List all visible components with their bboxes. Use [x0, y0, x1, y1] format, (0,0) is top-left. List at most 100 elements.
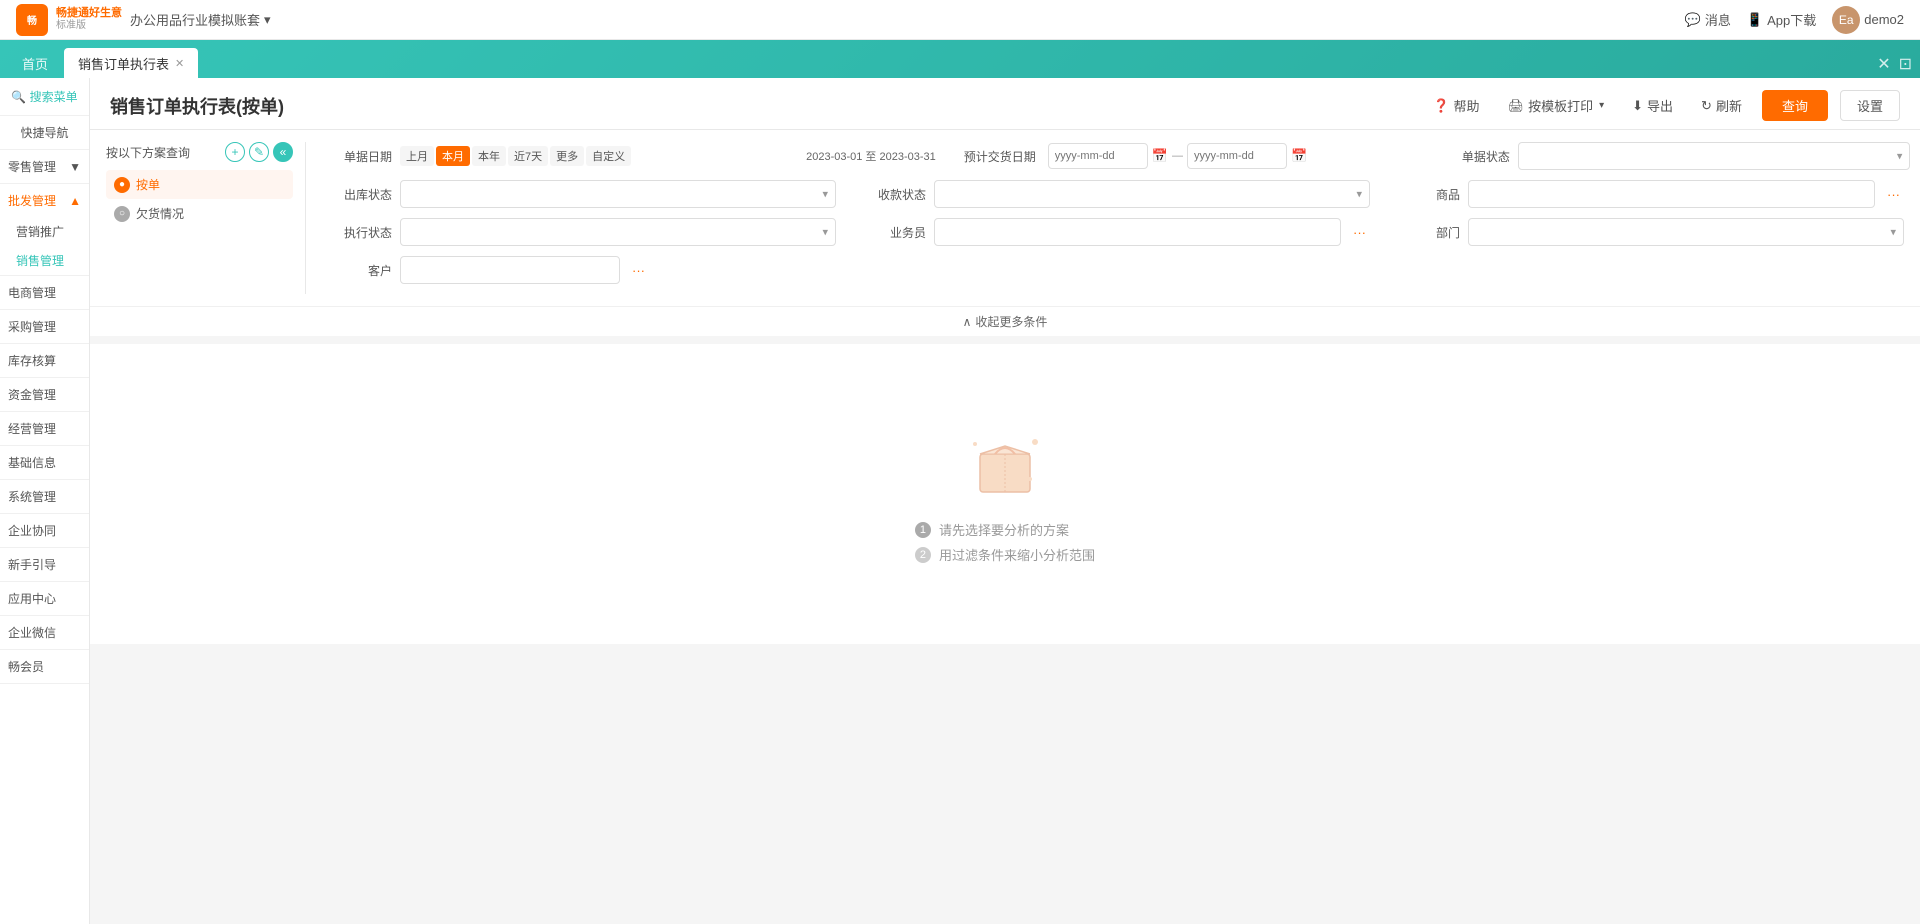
sidebar-operations-label: 经营管理: [8, 420, 56, 437]
salesperson-input[interactable]: [934, 218, 1341, 246]
header-right: 💬 消息 📱 App下载 Ea demo2: [1685, 6, 1904, 34]
date-tab-more[interactable]: 更多: [550, 146, 584, 166]
sidebar-search[interactable]: 🔍 搜索菜单: [0, 78, 89, 116]
tip-num-1: 1: [915, 522, 931, 538]
sidebar-item-marketing[interactable]: 营销推广: [0, 217, 89, 246]
scheme-item-欠货情况[interactable]: ○ 欠货情况: [106, 199, 293, 228]
refresh-btn[interactable]: ↻ 刷新: [1693, 92, 1750, 119]
sidebar-basic-label: 基础信息: [8, 454, 56, 471]
scheme-icons: + ✎ «: [225, 142, 293, 162]
scheme-add-icon: +: [231, 145, 238, 159]
tab-home[interactable]: 首页: [8, 48, 62, 78]
field-goods: 商品 ···: [1390, 180, 1904, 208]
cal-to-icon[interactable]: 📅: [1291, 148, 1307, 164]
avatar: Ea: [1832, 6, 1860, 34]
sidebar-item-basic[interactable]: 基础信息: [0, 446, 89, 479]
collapse-more-btn[interactable]: ∧ 收起更多条件: [90, 306, 1920, 336]
salesperson-ellipsis-btn[interactable]: ···: [1349, 225, 1370, 240]
goods-ellipsis-btn[interactable]: ···: [1883, 187, 1904, 202]
sidebar-item-sales-mgmt[interactable]: 销售管理: [0, 246, 89, 275]
exec-status-wrapper: [400, 218, 836, 246]
workspace-selector[interactable]: 办公用品行业模拟账套 ▾: [130, 10, 271, 29]
scheme-dot-orange: ●: [114, 177, 130, 193]
sidebar-group-finance: 资金管理: [0, 378, 89, 412]
sidebar-retail-arrow-icon: ▼: [69, 160, 81, 174]
delivery-date-to[interactable]: [1187, 143, 1287, 169]
sidebar-item-member[interactable]: 畅会员: [0, 650, 89, 683]
user-profile[interactable]: Ea demo2: [1832, 6, 1904, 34]
filter-area: 按以下方案查询 + ✎ «: [90, 130, 1920, 336]
template-print-btn[interactable]: 🖨 按模板打印 ▾: [1500, 92, 1613, 119]
scheme-collapse-btn[interactable]: «: [273, 142, 293, 162]
app-download-icon: 📱: [1747, 12, 1763, 28]
sidebar-appcenter-label: 应用中心: [8, 590, 56, 607]
tab-sales-exec[interactable]: 销售订单执行表 ✕: [64, 48, 198, 78]
scheme-item-按单[interactable]: ● 按单: [106, 170, 293, 199]
tab-close-window-icon[interactable]: ✕: [1877, 54, 1890, 74]
page-actions: ❓ 帮助 🖨 按模板打印 ▾ ⬇ 导出 ↻ 刷新 查询 设置: [1425, 90, 1900, 121]
sidebar-item-guide[interactable]: 新手引导: [0, 548, 89, 581]
tab-restore-icon[interactable]: ⊡: [1899, 54, 1912, 74]
exec-status-select[interactable]: [400, 218, 836, 246]
payment-status-label: 收款状态: [856, 186, 926, 203]
exec-status-label: 执行状态: [322, 224, 392, 241]
date-tab-year[interactable]: 本年: [472, 146, 506, 166]
scheme-title: 按以下方案查询: [106, 144, 190, 161]
tab-close-icon[interactable]: ✕: [175, 57, 184, 70]
sidebar-item-enterprise[interactable]: 企业协同: [0, 514, 89, 547]
sidebar-item-appcenter[interactable]: 应用中心: [0, 582, 89, 615]
settings-btn[interactable]: 设置: [1840, 90, 1900, 121]
date-tab-prev-month[interactable]: 上月: [400, 146, 434, 166]
workspace-arrow-icon: ▾: [264, 12, 271, 28]
payment-status-select[interactable]: [934, 180, 1370, 208]
message-btn[interactable]: 💬 消息: [1685, 10, 1731, 29]
date-range-picker: 上月 本月 本年 近7天 更多 自定义: [400, 146, 786, 166]
delivery-status-select[interactable]: [400, 180, 836, 208]
sidebar-item-operations[interactable]: 经营管理: [0, 412, 89, 445]
app-title-main: 畅捷通好生意: [56, 7, 122, 20]
print-icon: 🖨: [1508, 98, 1525, 114]
scheme-edit-btn[interactable]: ✎: [249, 142, 269, 162]
sidebar-group-retail-header[interactable]: 零售管理 ▼: [0, 150, 89, 183]
doc-status-select[interactable]: [1518, 142, 1911, 170]
customer-ellipsis-btn[interactable]: ···: [628, 263, 649, 278]
sidebar-item-wechat[interactable]: 企业微信: [0, 616, 89, 649]
sidebar-group-member: 畅会员: [0, 650, 89, 684]
goods-input[interactable]: [1468, 180, 1875, 208]
sidebar-group-operations: 经营管理: [0, 412, 89, 446]
sidebar-group-ecommerce: 电商管理: [0, 276, 89, 310]
sidebar-item-ecommerce[interactable]: 电商管理: [0, 276, 89, 309]
date-tab-current-month[interactable]: 本月: [436, 146, 470, 166]
app-logo: 畅: [16, 4, 48, 36]
delivery-status-wrapper: [400, 180, 836, 208]
username-label: demo2: [1864, 12, 1904, 27]
delivery-date-from[interactable]: [1048, 143, 1148, 169]
date-range-dash: —: [1172, 150, 1183, 162]
export-icon: ⬇: [1632, 98, 1643, 114]
message-label: 消息: [1705, 10, 1731, 29]
dept-select[interactable]: [1468, 218, 1904, 246]
sidebar-item-purchase[interactable]: 采购管理: [0, 310, 89, 343]
app-download-btn[interactable]: 📱 App下载: [1747, 10, 1816, 29]
help-btn[interactable]: ❓ 帮助: [1425, 92, 1487, 119]
goods-label: 商品: [1390, 186, 1460, 203]
sidebar-item-finance[interactable]: 资金管理: [0, 378, 89, 411]
date-tab-7days[interactable]: 近7天: [508, 146, 548, 166]
sidebar-group-retail: 零售管理 ▼: [0, 150, 89, 184]
sidebar-item-system[interactable]: 系统管理: [0, 480, 89, 513]
main-layout: 🔍 搜索菜单 快捷导航 零售管理 ▼ 批发管理 ▲ 营销推广 销售管理: [0, 78, 1920, 924]
workspace-label: 办公用品行业模拟账套: [130, 10, 260, 29]
cal-from-icon[interactable]: 📅: [1152, 148, 1168, 164]
sidebar-group-wholesale-header[interactable]: 批发管理 ▲: [0, 184, 89, 217]
tab-bar: 首页 销售订单执行表 ✕ ✕ ⊡: [0, 40, 1920, 78]
query-btn[interactable]: 查询: [1762, 90, 1828, 121]
empty-tip-2-label: 用过滤条件来缩小分析范围: [939, 545, 1095, 564]
print-dropdown-arrow-icon: ▾: [1599, 100, 1604, 111]
export-btn[interactable]: ⬇ 导出: [1624, 92, 1681, 119]
scheme-add-btn[interactable]: +: [225, 142, 245, 162]
sidebar-item-inventory[interactable]: 库存核算: [0, 344, 89, 377]
filter-inner: 按以下方案查询 + ✎ «: [90, 130, 1920, 306]
sidebar-quick-nav[interactable]: 快捷导航: [0, 116, 89, 150]
date-tab-custom[interactable]: 自定义: [586, 146, 631, 166]
customer-input[interactable]: [400, 256, 620, 284]
